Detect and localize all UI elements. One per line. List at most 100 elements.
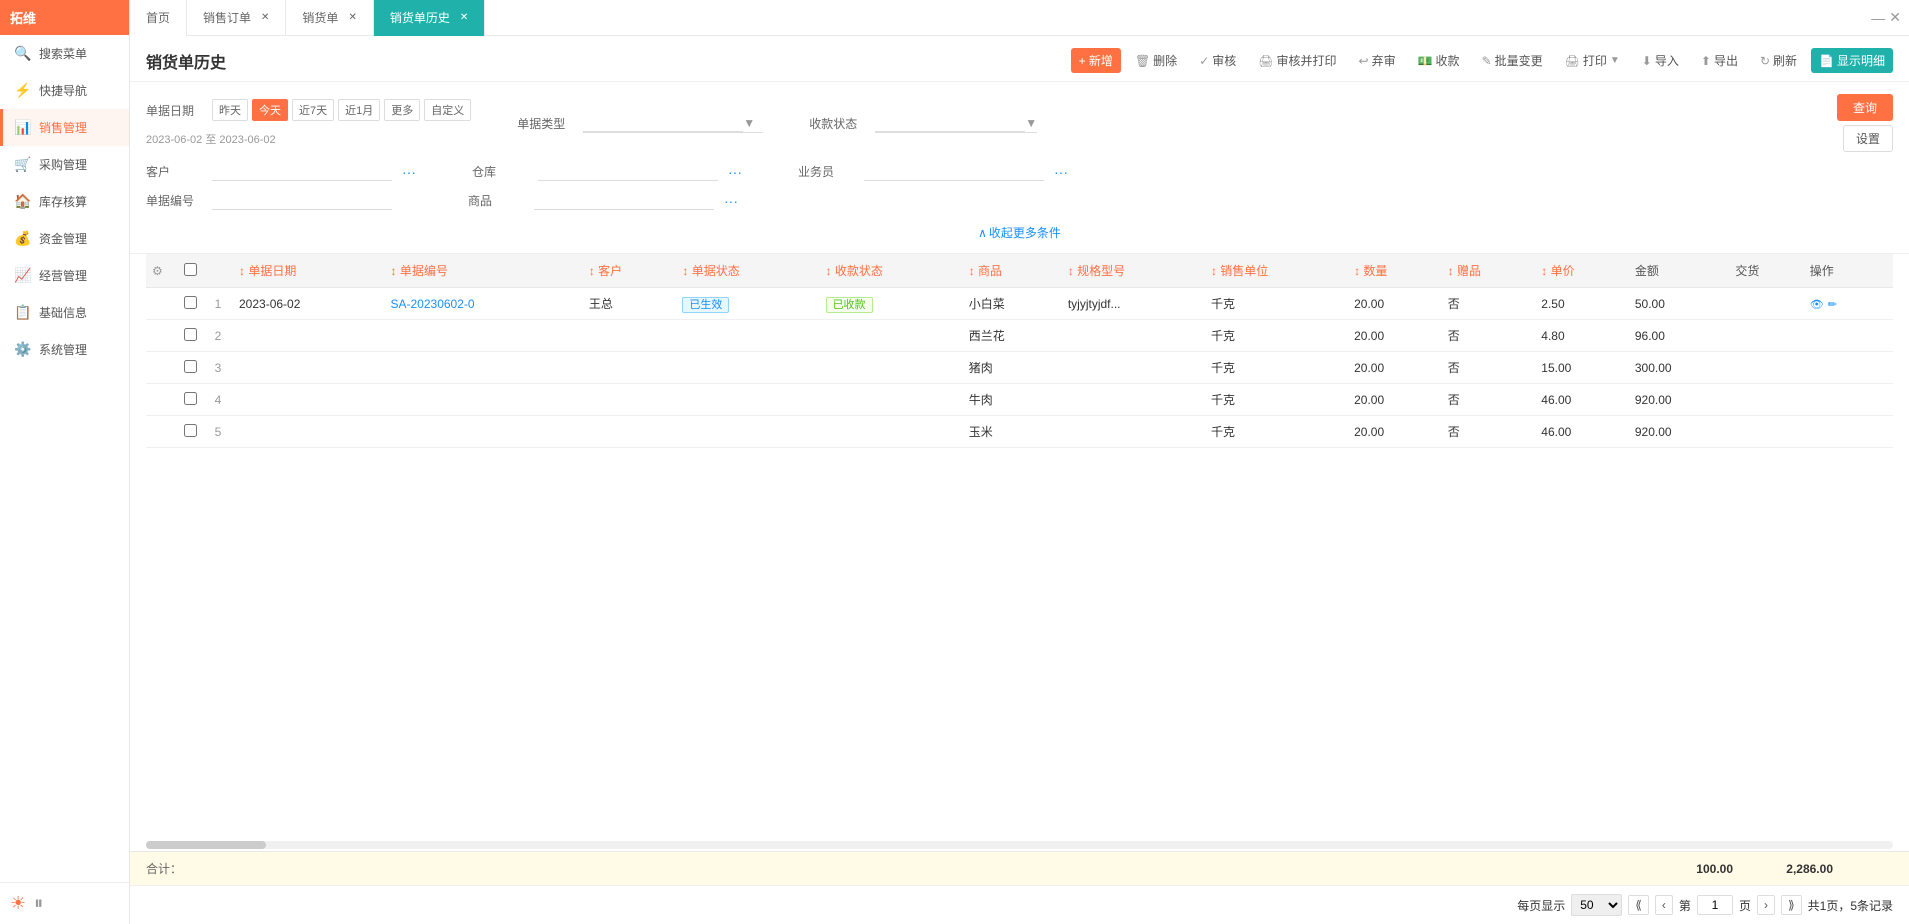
sidebar-item-inventory[interactable]: 🏠 库存核算 bbox=[0, 183, 129, 220]
row-checkbox[interactable] bbox=[184, 392, 197, 405]
row-checkbox[interactable] bbox=[184, 360, 197, 373]
lightning-icon: ⚡ bbox=[15, 83, 31, 99]
filter-area: 单据日期 昨天 今天 近7天 近1月 更多 自定义 2023-06-02 至 2… bbox=[130, 82, 1909, 254]
col-settings-icon[interactable]: ⚙ bbox=[152, 264, 163, 278]
doc-type-select[interactable] bbox=[583, 113, 743, 132]
date-yesterday[interactable]: 昨天 bbox=[212, 99, 248, 121]
sidebar-collapse-icon[interactable]: ⏸ bbox=[34, 893, 43, 914]
col-goods[interactable]: ↕ 商品 bbox=[963, 254, 1062, 288]
col-gift[interactable]: ↕ 赠品 bbox=[1442, 254, 1536, 288]
per-page-select[interactable]: 20 50 100 bbox=[1571, 894, 1622, 916]
print-button[interactable]: 🖨 打印 ▼ bbox=[1557, 48, 1628, 73]
sidebar-item-basic[interactable]: 📋 基础信息 bbox=[0, 294, 129, 331]
operations-icon: 📈 bbox=[15, 268, 31, 284]
sidebar-item-operations[interactable]: 📈 经营管理 bbox=[0, 257, 129, 294]
doc-type-dropdown-icon[interactable]: ▼ bbox=[743, 116, 755, 130]
date-7days[interactable]: 近7天 bbox=[292, 99, 334, 121]
tab-close-sales-history[interactable]: ✕ bbox=[460, 12, 468, 23]
customer-input[interactable] bbox=[212, 162, 392, 181]
doc-no-link[interactable]: SA-20230602-0 bbox=[391, 297, 475, 311]
tab-close-sales-order[interactable]: ✕ bbox=[261, 12, 269, 23]
col-goods-label: ↕ 商品 bbox=[969, 262, 1002, 279]
col-docno[interactable]: ↕ 单据编号 bbox=[385, 254, 583, 288]
tab-home[interactable]: 首页 bbox=[130, 0, 187, 36]
tab-sales-history[interactable]: 销货单历史 ✕ bbox=[374, 0, 485, 36]
customer-label: 客户 bbox=[146, 163, 206, 180]
col-customer[interactable]: ↕ 客户 bbox=[583, 254, 677, 288]
col-qty[interactable]: ↕ 数量 bbox=[1348, 254, 1442, 288]
goods-search-icon[interactable]: ··· bbox=[724, 193, 738, 209]
scrollbar-thumb[interactable] bbox=[146, 841, 266, 849]
col-spec[interactable]: ↕ 规格型号 bbox=[1062, 254, 1205, 288]
page-last-btn[interactable]: ⟫ bbox=[1781, 895, 1802, 915]
col-docstatus[interactable]: ↕ 单据状态 bbox=[676, 254, 819, 288]
tab-sales-goods[interactable]: 销货单 ✕ bbox=[286, 0, 373, 36]
goods-input[interactable] bbox=[534, 191, 714, 210]
settings-button[interactable]: 设置 bbox=[1843, 125, 1893, 152]
row-paystatus-cell bbox=[820, 416, 963, 448]
sidebar-settings-icon[interactable]: ☀ bbox=[10, 893, 26, 914]
query-button[interactable]: 查询 bbox=[1837, 94, 1893, 121]
date-1month[interactable]: 近1月 bbox=[338, 99, 380, 121]
col-date[interactable]: ↕ 单据日期 bbox=[233, 254, 385, 288]
date-custom[interactable]: 自定义 bbox=[424, 99, 471, 121]
data-table: ⚙ ↕ 单据日期 ↕ 单据编号 ↕ 客户 bbox=[146, 254, 1893, 448]
sidebar-item-search[interactable]: 🔍 搜索菜单 bbox=[0, 35, 129, 72]
col-rownum bbox=[203, 254, 233, 288]
sidebar-item-finance[interactable]: 💰 资金管理 bbox=[0, 220, 129, 257]
payment-status-select[interactable] bbox=[875, 113, 1025, 132]
horizontal-scrollbar[interactable] bbox=[146, 841, 1893, 849]
row-checkbox[interactable] bbox=[184, 424, 197, 437]
staff-search-icon[interactable]: ··· bbox=[1054, 164, 1068, 180]
date-more[interactable]: 更多 bbox=[384, 99, 420, 121]
tab-close-all-icon[interactable]: ✕ bbox=[1889, 9, 1901, 26]
sidebar-item-shortcut[interactable]: ⚡ 快捷导航 bbox=[0, 72, 129, 109]
import-button[interactable]: ⬇ 导入 bbox=[1634, 48, 1687, 73]
date-today[interactable]: 今天 bbox=[252, 99, 288, 121]
page-next-btn[interactable]: › bbox=[1757, 895, 1775, 915]
staff-input[interactable] bbox=[864, 162, 1044, 181]
doc-no-input[interactable] bbox=[212, 191, 392, 210]
page-first-btn[interactable]: ⟪ bbox=[1628, 895, 1649, 915]
abandon-icon: ↩ bbox=[1359, 54, 1369, 68]
collapse-btn[interactable]: ∧ 收起更多条件 bbox=[978, 224, 1061, 241]
warehouse-search-icon[interactable]: ··· bbox=[728, 164, 742, 180]
col-paystatus[interactable]: ↕ 收款状态 bbox=[820, 254, 963, 288]
col-settings[interactable]: ⚙ bbox=[146, 254, 178, 288]
action-btn[interactable]: 👁 bbox=[1810, 299, 1824, 311]
delete-button[interactable]: 🗑 删除 bbox=[1127, 48, 1185, 73]
tab-minimize-icon[interactable]: — bbox=[1871, 10, 1885, 26]
row-checkbox[interactable] bbox=[184, 328, 197, 341]
row-amount-cell: 920.00 bbox=[1629, 384, 1730, 416]
sidebar-item-system[interactable]: ⚙️ 系统管理 bbox=[0, 331, 129, 368]
warehouse-input[interactable] bbox=[538, 162, 718, 181]
payment-status-dropdown-icon[interactable]: ▼ bbox=[1025, 116, 1037, 130]
col-price[interactable]: ↕ 单价 bbox=[1535, 254, 1629, 288]
page-prev-btn[interactable]: ‹ bbox=[1655, 895, 1673, 915]
collect-button[interactable]: 💵 收款 bbox=[1410, 48, 1468, 73]
row-actions-cell bbox=[1804, 384, 1893, 416]
customer-search-icon[interactable]: ··· bbox=[402, 164, 416, 180]
new-button[interactable]: + 新增 bbox=[1071, 48, 1121, 73]
abandon-button[interactable]: ↩ 弃审 bbox=[1351, 48, 1404, 73]
batch-change-button[interactable]: ✎ 批量变更 bbox=[1474, 48, 1551, 73]
tab-close-sales-goods[interactable]: ✕ bbox=[348, 12, 356, 23]
cart-icon: 🛒 bbox=[15, 157, 31, 173]
col-unit[interactable]: ↕ 销售单位 bbox=[1205, 254, 1348, 288]
tab-home-label: 首页 bbox=[146, 9, 170, 26]
action-btn[interactable]: ✏ bbox=[1828, 299, 1837, 311]
sidebar-item-sales[interactable]: 📊 销售管理 bbox=[0, 109, 129, 146]
show-detail-button[interactable]: 📄 显示明细 bbox=[1811, 48, 1893, 73]
row-checkbox-cell bbox=[178, 352, 203, 384]
approve-print-button[interactable]: 🖨 审核并打印 bbox=[1250, 48, 1344, 73]
select-all-checkbox[interactable] bbox=[184, 263, 197, 276]
row-goods-cell: 猪肉 bbox=[963, 352, 1062, 384]
export-button[interactable]: ⬆ 导出 bbox=[1693, 48, 1746, 73]
approve-button[interactable]: ✓ 审核 bbox=[1191, 48, 1244, 73]
sidebar-item-purchase[interactable]: 🛒 采购管理 bbox=[0, 146, 129, 183]
page-number-input[interactable] bbox=[1697, 895, 1733, 915]
refresh-button[interactable]: ↻ 刷新 bbox=[1752, 48, 1805, 73]
row-checkbox[interactable] bbox=[184, 296, 197, 309]
row-goods-cell: 玉米 bbox=[963, 416, 1062, 448]
tab-sales-order[interactable]: 销售订单 ✕ bbox=[187, 0, 286, 36]
